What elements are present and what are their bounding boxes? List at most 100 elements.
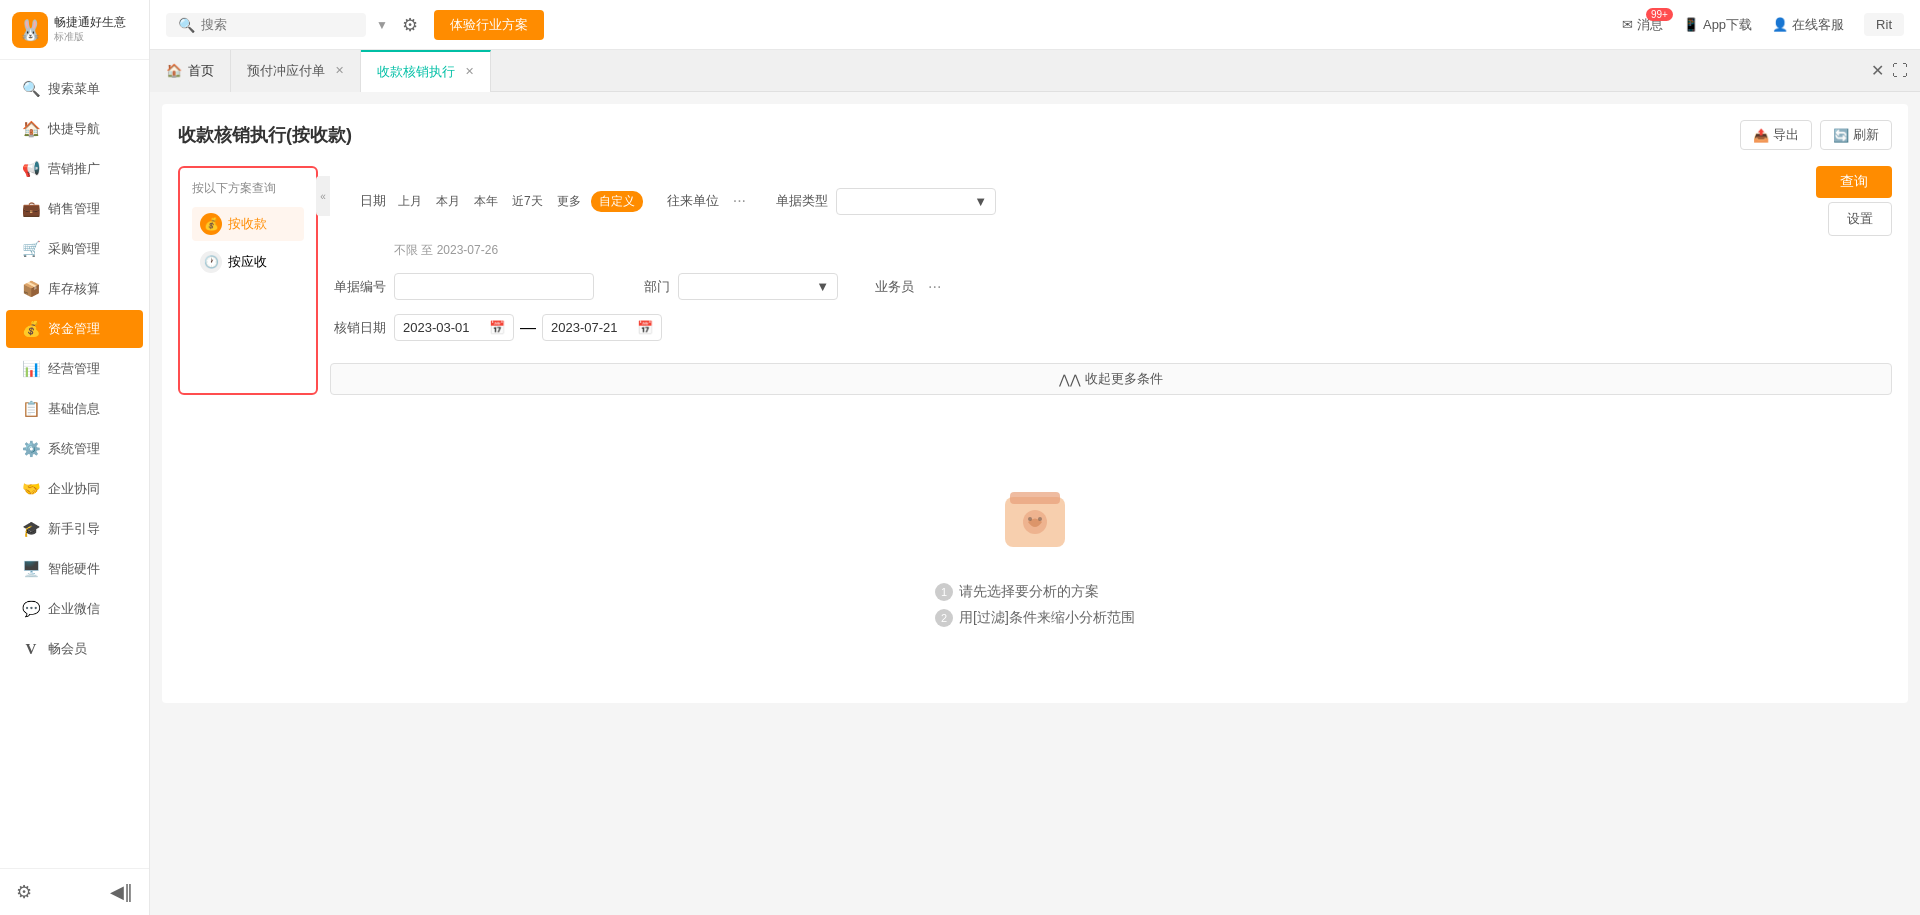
user-avatar[interactable]: Rit (1864, 13, 1904, 36)
staff-dotdot-button[interactable]: ··· (922, 278, 947, 296)
collapse-more-button[interactable]: ⋀⋀ 收起更多条件 (330, 363, 1892, 395)
tab-home[interactable]: 🏠 首页 (150, 50, 231, 92)
counterparty-label: 往来单位 (663, 192, 719, 210)
sidebar-item-guide[interactable]: 🎓 新手引导 (6, 510, 143, 548)
sidebar-item-label: 快捷导航 (48, 120, 100, 138)
refresh-button[interactable]: 🔄 刷新 (1820, 120, 1892, 150)
date-limit-text: 不限 至 2023-07-26 (394, 243, 498, 257)
by-receipt-icon: 💰 (200, 213, 222, 235)
search-menu-icon: 🔍 (22, 80, 40, 98)
search-input[interactable] (201, 17, 341, 32)
logo-name: 畅捷通好生意 (54, 15, 126, 31)
doc-number-input[interactable] (394, 273, 594, 300)
sidebar-item-hardware[interactable]: 🖥️ 智能硬件 (6, 550, 143, 588)
tab-prepay[interactable]: 预付冲应付单 ✕ (231, 50, 361, 92)
sidebar-item-basic[interactable]: 📋 基础信息 (6, 390, 143, 428)
export-label: 导出 (1773, 126, 1799, 144)
tab-receipt-verify-label: 收款核销执行 (377, 63, 455, 81)
logo-icon: 🐰 (12, 12, 48, 48)
sidebar-menu: 🔍 搜索菜单 🏠 快捷导航 📢 营销推广 💼 销售管理 🛒 采购管理 📦 库存核… (0, 60, 149, 868)
filter-panel: 按以下方案查询 💰 按收款 🕐 按应收 « (178, 166, 1892, 395)
tab-close-all-button[interactable]: ✕ (1871, 61, 1884, 80)
date-shortcut-7days[interactable]: 近7天 (508, 191, 547, 212)
settings-gear-button[interactable]: ⚙ (398, 14, 422, 36)
page-title: 收款核销执行(按收款) (178, 123, 352, 147)
sidebar-item-member[interactable]: V 畅会员 (6, 630, 143, 668)
sidebar-item-sales[interactable]: 💼 销售管理 (6, 190, 143, 228)
dept-select[interactable]: ▼ (678, 273, 838, 300)
refresh-icon: 🔄 (1833, 128, 1849, 143)
collapse-panel-button[interactable]: « (316, 176, 330, 216)
date-shortcut-this-year[interactable]: 本年 (470, 191, 502, 212)
sidebar-item-search-menu[interactable]: 🔍 搜索菜单 (6, 70, 143, 108)
chevron-down-icon[interactable]: ▼ (376, 18, 388, 32)
sidebar-footer: ⚙ ◀‖ (0, 868, 149, 915)
by-receivable-icon: 🕐 (200, 251, 222, 273)
export-button[interactable]: 📤 导出 (1740, 120, 1812, 150)
sidebar-item-inventory[interactable]: 📦 库存核算 (6, 270, 143, 308)
page-container: 收款核销执行(按收款) 📤 导出 🔄 刷新 按以下方案查询 (162, 104, 1908, 703)
tabs-bar: 🏠 首页 预付冲应付单 ✕ 收款核销执行 ✕ ✕ ⛶ (150, 50, 1920, 92)
filter-option-by-receivable[interactable]: 🕐 按应收 (192, 245, 304, 279)
verify-date-start-input[interactable]: 2023-03-01 📅 (394, 314, 514, 341)
service-icon: 👤 (1772, 17, 1788, 32)
topbar-search-box[interactable]: 🔍 (166, 13, 366, 37)
member-icon: V (22, 641, 40, 658)
online-service-button[interactable]: 👤 在线客服 (1772, 16, 1844, 34)
capital-icon: 💰 (22, 320, 40, 338)
sidebar-item-label: 库存核算 (48, 280, 100, 298)
date-shortcut-this-month[interactable]: 本月 (432, 191, 464, 212)
verify-date-end-input[interactable]: 2023-07-21 📅 (542, 314, 662, 341)
page-actions: 📤 导出 🔄 刷新 (1740, 120, 1892, 150)
filter-option-by-receipt[interactable]: 💰 按收款 (192, 207, 304, 241)
sidebar-item-wechat[interactable]: 💬 企业微信 (6, 590, 143, 628)
message-button[interactable]: ✉ 消息 99+ (1622, 16, 1663, 34)
sidebar-item-marketing[interactable]: 📢 营销推广 (6, 150, 143, 188)
settings-button[interactable]: 设置 (1828, 202, 1892, 236)
tab-receipt-verify[interactable]: 收款核销执行 ✕ (361, 50, 491, 92)
doc-type-select[interactable]: ▼ (836, 188, 996, 215)
sidebar-item-cooperation[interactable]: 🤝 企业协同 (6, 470, 143, 508)
topbar-search-wrap: 🔍 ▼ ⚙ (166, 13, 422, 37)
quick-nav-icon: 🏠 (22, 120, 40, 138)
date-shortcut-custom[interactable]: 自定义 (591, 191, 643, 212)
sidebar-item-label: 销售管理 (48, 200, 100, 218)
date-label: 日期 (330, 192, 386, 210)
logo-text: 畅捷通好生意 标准版 (54, 15, 126, 45)
filter-options-panel: 按以下方案查询 💰 按收款 🕐 按应收 (178, 166, 318, 395)
sidebar-item-purchase[interactable]: 🛒 采购管理 (6, 230, 143, 268)
sidebar-item-label: 经营管理 (48, 360, 100, 378)
collapse-more-label: 收起更多条件 (1085, 370, 1163, 388)
tab-receipt-verify-close-icon[interactable]: ✕ (465, 65, 474, 78)
sidebar-item-operations[interactable]: 📊 经营管理 (6, 350, 143, 388)
date-shortcuts: 上月 本月 本年 近7天 更多 自定义 (394, 191, 643, 212)
doc-type-label: 单据类型 (772, 192, 828, 210)
sidebar-settings-button[interactable]: ⚙ (12, 881, 36, 903)
tip-num-2: 2 (935, 609, 953, 627)
sidebar-item-quick-nav[interactable]: 🏠 快捷导航 (6, 110, 143, 148)
sidebar-item-capital[interactable]: 💰 资金管理 (6, 310, 143, 348)
sidebar-item-system[interactable]: ⚙️ 系统管理 (6, 430, 143, 468)
sidebar-item-label: 采购管理 (48, 240, 100, 258)
refresh-label: 刷新 (1853, 126, 1879, 144)
filter-row-3: 核销日期 2023-03-01 📅 — 2023-07-21 (330, 314, 1892, 341)
sidebar-collapse-button[interactable]: ◀‖ (106, 881, 137, 903)
verify-date-input-group: 2023-03-01 📅 — 2023-07-21 📅 (394, 314, 662, 341)
tab-expand-button[interactable]: ⛶ (1892, 62, 1908, 80)
query-button[interactable]: 查询 (1816, 166, 1892, 198)
filter-row-2: 单据编号 部门 ▼ 业务员 (330, 273, 1892, 300)
select-chevron-icon: ▼ (974, 194, 987, 209)
counterparty-dotdot-button[interactable]: ··· (727, 192, 752, 210)
app-download-button[interactable]: 📱 App下载 (1683, 16, 1752, 34)
inventory-icon: 📦 (22, 280, 40, 298)
date-shortcut-last-month[interactable]: 上月 (394, 191, 426, 212)
date-shortcut-more[interactable]: 更多 (553, 191, 585, 212)
staff-field: 业务员 ··· (858, 278, 947, 296)
svg-point-3 (1028, 517, 1032, 521)
home-icon: 🏠 (166, 63, 182, 78)
search-icon: 🔍 (178, 17, 195, 33)
tabs-actions: ✕ ⛶ (1859, 61, 1920, 80)
hardware-icon: 🖥️ (22, 560, 40, 578)
industry-solution-button[interactable]: 体验行业方案 (434, 10, 544, 40)
tab-prepay-close-icon[interactable]: ✕ (335, 64, 344, 77)
